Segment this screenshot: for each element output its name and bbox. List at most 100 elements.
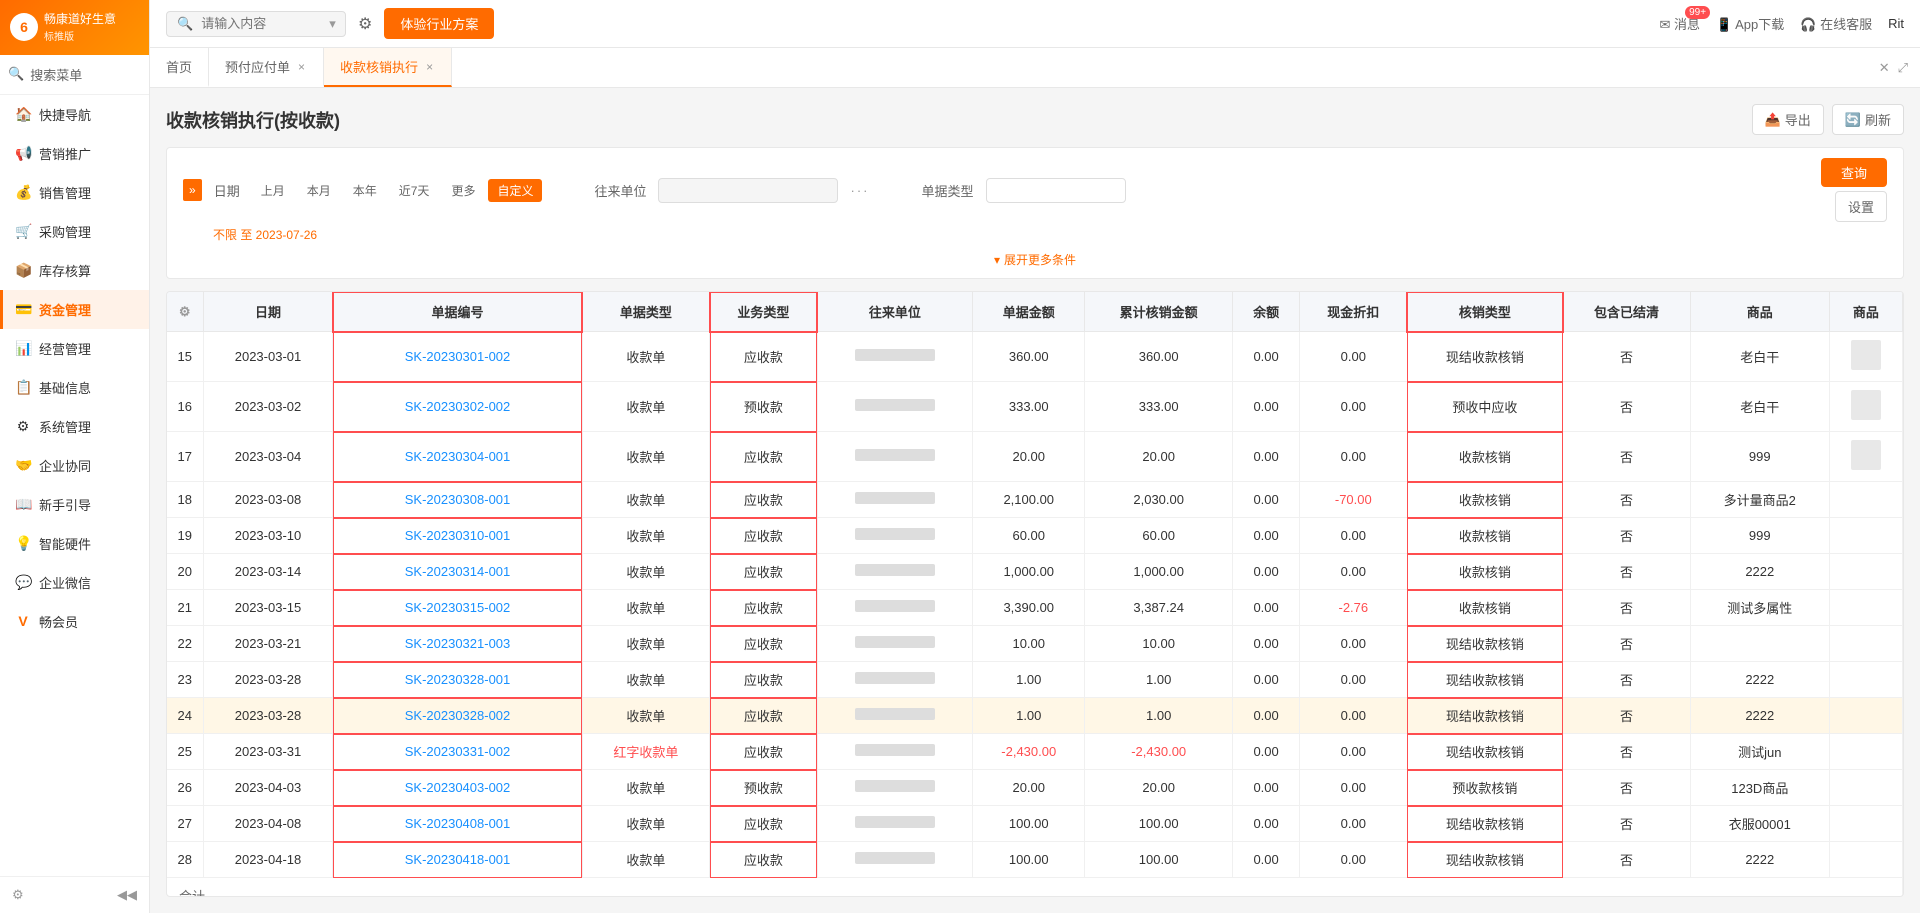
cell-balance: 0.00 xyxy=(1233,518,1300,554)
col-settings-header[interactable]: ⚙ xyxy=(167,292,203,332)
expand-tab-icon[interactable]: ⤢ xyxy=(1898,60,1908,76)
search-input-group[interactable]: 🔍 ▾ xyxy=(166,11,346,37)
cell-amount: 2,100.00 xyxy=(973,482,1085,518)
partner-input[interactable] xyxy=(658,178,838,203)
cell-order-no[interactable]: SK-20230301-002 xyxy=(333,332,582,382)
cell-partner xyxy=(817,382,973,432)
solution-button[interactable]: 体验行业方案 xyxy=(384,8,494,39)
sidebar-item-system[interactable]: ⚙ 系统管理 xyxy=(0,407,149,446)
sidebar-item-marketing[interactable]: 📢 营销推广 xyxy=(0,134,149,173)
gear-icon[interactable]: ⚙ xyxy=(358,14,372,34)
sidebar-item-wecom[interactable]: 💬 企业微信 xyxy=(0,563,149,602)
user-name[interactable]: Rit xyxy=(1888,16,1904,31)
cell-write-off: 1.00 xyxy=(1085,698,1233,734)
sidebar-item-sales[interactable]: 💰 销售管理 xyxy=(0,173,149,212)
online-service-link[interactable]: 🎧 在线客服 xyxy=(1800,14,1872,33)
date-btn-more[interactable]: 更多 xyxy=(442,179,484,202)
sidebar-item-enterprise[interactable]: 🤝 企业协同 xyxy=(0,446,149,485)
cell-num: 19 xyxy=(167,518,203,554)
cell-balance: 0.00 xyxy=(1233,734,1300,770)
cell-order-no[interactable]: SK-20230321-003 xyxy=(333,626,582,662)
cell-order-no[interactable]: SK-20230408-001 xyxy=(333,806,582,842)
sidebar-item-guide[interactable]: 📖 新手引导 xyxy=(0,485,149,524)
tab-receipt-close[interactable]: × xyxy=(424,60,435,74)
operations-icon: 📊 xyxy=(15,340,31,357)
date-btn-custom[interactable]: 自定义 xyxy=(488,179,542,202)
cell-has-settled: 否 xyxy=(1563,518,1691,554)
dropdown-icon[interactable]: ▾ xyxy=(329,16,336,32)
sidebar-item-vip[interactable]: V 畅会员 xyxy=(0,602,149,641)
cell-order-no[interactable]: SK-20230310-001 xyxy=(333,518,582,554)
tab-prepay[interactable]: 预付应付单 × xyxy=(209,48,324,87)
app-download-link[interactable]: 📱 App下载 xyxy=(1716,14,1784,33)
cell-date: 2023-03-01 xyxy=(203,332,333,382)
date-btn-this-month[interactable]: 本月 xyxy=(298,179,340,202)
col-settings-icon[interactable]: ⚙ xyxy=(179,304,191,319)
cell-biz-type: 应收款 xyxy=(710,590,817,626)
col-amount-header: 单据金额 xyxy=(973,292,1085,332)
cell-write-off-type: 现结收款核销 xyxy=(1407,734,1563,770)
cell-order-no[interactable]: SK-20230315-002 xyxy=(333,590,582,626)
table-row: 172023-03-04SK-20230304-001收款单应收款20.0020… xyxy=(167,432,1903,482)
table-scroll[interactable]: ⚙ 日期 单据编号 单据类型 业务类型 往来单位 单据金额 累计核销金额 余额 … xyxy=(167,292,1903,896)
cell-order-no[interactable]: SK-20230403-002 xyxy=(333,770,582,806)
date-btn-this-year[interactable]: 本年 xyxy=(344,179,386,202)
cell-biz-type: 应收款 xyxy=(710,518,817,554)
topbar-actions: ✉ 消息 99+ 📱 App下载 🎧 在线客服 Rit xyxy=(1660,14,1905,33)
cell-order-no[interactable]: SK-20230304-001 xyxy=(333,432,582,482)
cell-product2 xyxy=(1829,554,1902,590)
cell-order-no[interactable]: SK-20230418-001 xyxy=(333,842,582,878)
cell-biz-type: 应收款 xyxy=(710,554,817,590)
tab-home[interactable]: 首页 xyxy=(150,48,209,87)
cell-order-no[interactable]: SK-20230331-002 xyxy=(333,734,582,770)
cell-partner xyxy=(817,770,973,806)
cell-amount: 360.00 xyxy=(973,332,1085,382)
export-button[interactable]: 📤 导出 xyxy=(1752,104,1824,135)
collapse-icon[interactable]: ◀◀ xyxy=(117,887,137,903)
close-all-icon[interactable]: ✕ xyxy=(1879,60,1890,76)
sidebar-item-operations[interactable]: 📊 经营管理 xyxy=(0,329,149,368)
cell-order-no[interactable]: SK-20230328-002 xyxy=(333,698,582,734)
cell-has-settled: 否 xyxy=(1563,842,1691,878)
col-partner-header: 往来单位 xyxy=(817,292,973,332)
sidebar-item-hardware[interactable]: 💡 智能硬件 xyxy=(0,524,149,563)
cell-order-no[interactable]: SK-20230302-002 xyxy=(333,382,582,432)
receipt-type-select[interactable] xyxy=(986,178,1126,203)
message-badge[interactable]: ✉ 消息 99+ xyxy=(1660,14,1701,33)
cell-has-settled: 否 xyxy=(1563,590,1691,626)
settings-button[interactable]: 设置 xyxy=(1835,191,1887,222)
cell-cash-discount: 0.00 xyxy=(1300,382,1407,432)
cell-write-off: -2,430.00 xyxy=(1085,734,1233,770)
topbar-search-input[interactable] xyxy=(201,16,321,31)
cell-partner xyxy=(817,662,973,698)
cell-partner xyxy=(817,590,973,626)
filter-toggle-btn[interactable]: » xyxy=(183,179,202,201)
sidebar-item-finance[interactable]: 💳 资金管理 xyxy=(0,290,149,329)
cell-product: 999 xyxy=(1690,518,1829,554)
table-row: 262023-04-03SK-20230403-002收款单预收款20.0020… xyxy=(167,770,1903,806)
sidebar-search[interactable]: 🔍 搜索菜单 xyxy=(0,55,149,95)
cell-write-off: 20.00 xyxy=(1085,770,1233,806)
query-button[interactable]: 查询 xyxy=(1821,158,1887,187)
sidebar-item-purchase[interactable]: 🛒 采购管理 xyxy=(0,212,149,251)
refresh-button[interactable]: 🔄 刷新 xyxy=(1832,104,1904,135)
cell-biz-type: 应收款 xyxy=(710,626,817,662)
cell-order-no[interactable]: SK-20230314-001 xyxy=(333,554,582,590)
cell-product: 衣服00001 xyxy=(1690,806,1829,842)
cell-partner xyxy=(817,518,973,554)
sidebar-item-basic[interactable]: 📋 基础信息 xyxy=(0,368,149,407)
cell-order-no[interactable]: SK-20230328-001 xyxy=(333,662,582,698)
cell-order-no[interactable]: SK-20230308-001 xyxy=(333,482,582,518)
settings-icon[interactable]: ⚙ xyxy=(12,887,24,903)
cell-cash-discount: 0.00 xyxy=(1300,626,1407,662)
sidebar-item-inventory[interactable]: 📦 库存核算 xyxy=(0,251,149,290)
tab-receipt[interactable]: 收款核销执行 × xyxy=(324,48,452,87)
expand-conditions-btn[interactable]: ▾ 展开更多条件 xyxy=(183,251,1887,268)
date-btn-7days[interactable]: 近7天 xyxy=(390,179,439,202)
sales-icon: 💰 xyxy=(15,184,31,201)
tab-prepay-close[interactable]: × xyxy=(296,60,307,74)
cell-write-off: 20.00 xyxy=(1085,432,1233,482)
cell-date: 2023-03-02 xyxy=(203,382,333,432)
date-btn-last-month[interactable]: 上月 xyxy=(252,179,294,202)
sidebar-item-quicknav[interactable]: 🏠 快捷导航 xyxy=(0,95,149,134)
